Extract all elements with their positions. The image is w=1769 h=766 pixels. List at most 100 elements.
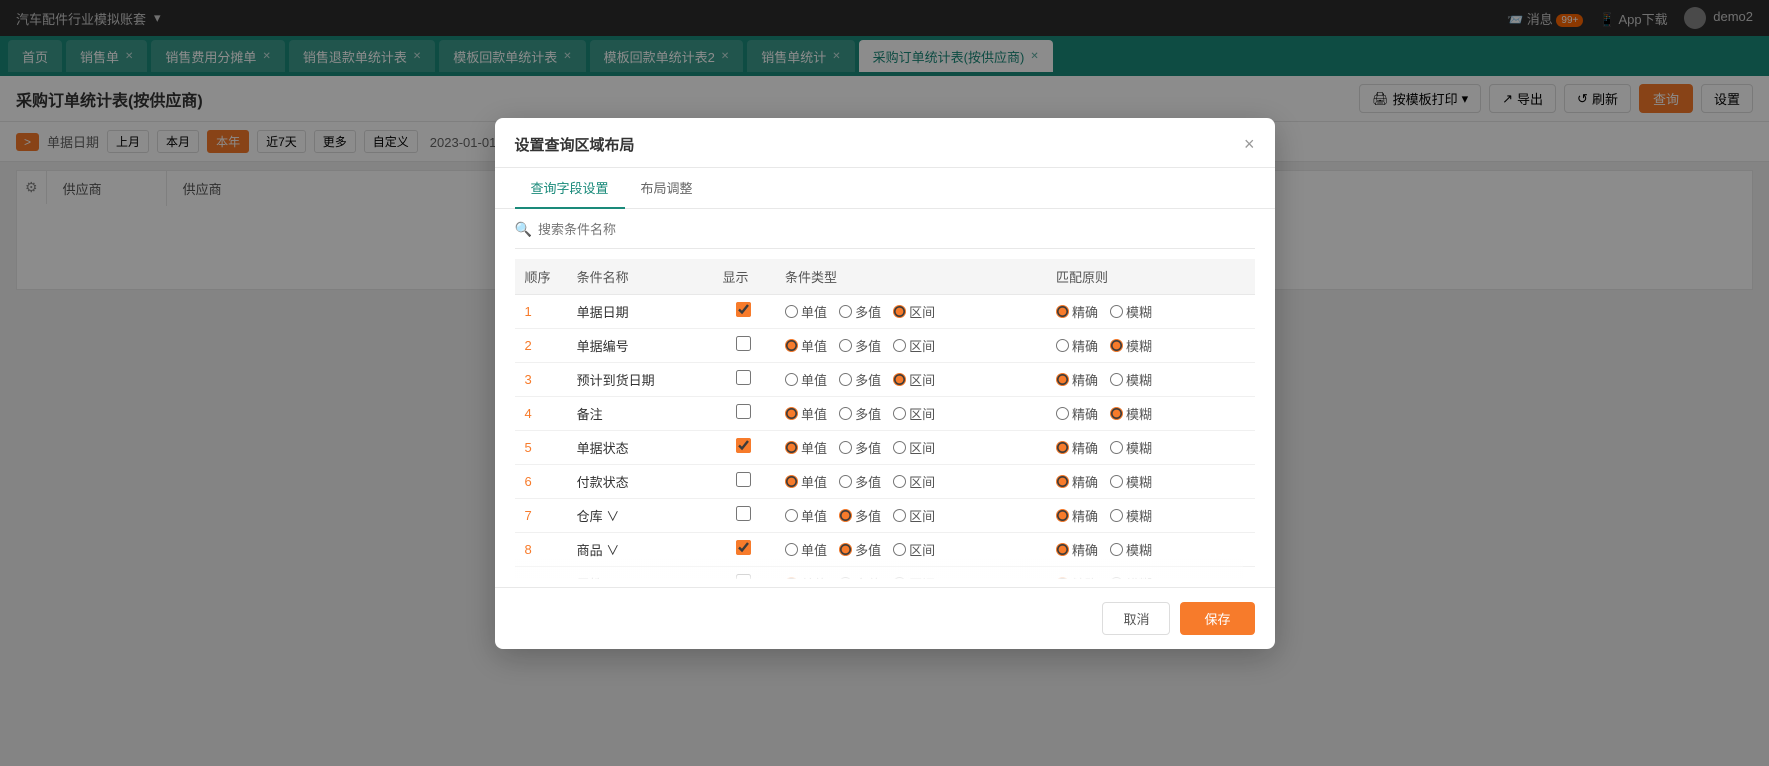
tab-layout-adjust[interactable]: 布局调整	[625, 168, 709, 209]
match-radio-exact-label[interactable]: 精确	[1056, 438, 1098, 457]
type-radio-multi-label[interactable]: 多值	[839, 404, 881, 423]
type-radio-multi[interactable]	[839, 577, 852, 579]
type-radio-multi-label[interactable]: 多值	[839, 540, 881, 559]
type-radio-single-label[interactable]: 单值	[785, 438, 827, 457]
show-checkbox[interactable]	[736, 574, 751, 579]
match-radio-exact[interactable]	[1056, 407, 1069, 420]
type-radio-multi[interactable]	[839, 373, 852, 386]
type-radio-multi[interactable]	[839, 543, 852, 556]
match-radio-exact[interactable]	[1056, 441, 1069, 454]
type-radio-multi-label[interactable]: 多值	[839, 438, 881, 457]
type-radio-single[interactable]	[785, 577, 798, 579]
match-radio-exact[interactable]	[1056, 339, 1069, 352]
type-radio-range[interactable]	[893, 475, 906, 488]
show-checkbox[interactable]	[736, 438, 751, 453]
type-radio-single-label[interactable]: 单值	[785, 370, 827, 389]
match-radio-fuzzy-label[interactable]: 模糊	[1110, 370, 1152, 389]
match-radio-fuzzy-label[interactable]: 模糊	[1110, 336, 1152, 355]
type-radio-single-label[interactable]: 单值	[785, 302, 827, 321]
match-radio-exact[interactable]	[1056, 543, 1069, 556]
match-radio-fuzzy[interactable]	[1110, 441, 1123, 454]
type-radio-multi-label[interactable]: 多值	[839, 506, 881, 525]
match-radio-exact[interactable]	[1056, 475, 1069, 488]
type-radio-range[interactable]	[893, 577, 906, 579]
match-radio-fuzzy-label[interactable]: 模糊	[1110, 574, 1152, 579]
type-radio-range-label[interactable]: 区间	[893, 472, 935, 491]
match-radio-fuzzy[interactable]	[1110, 407, 1123, 420]
search-input[interactable]	[538, 222, 738, 237]
match-radio-exact-label[interactable]: 精确	[1056, 302, 1098, 321]
type-radio-range-label[interactable]: 区间	[893, 302, 935, 321]
match-radio-fuzzy-label[interactable]: 模糊	[1110, 472, 1152, 491]
type-radio-multi[interactable]	[839, 441, 852, 454]
type-radio-range-label[interactable]: 区间	[893, 506, 935, 525]
type-radio-multi[interactable]	[839, 305, 852, 318]
type-radio-single-label[interactable]: 单值	[785, 506, 827, 525]
type-radio-range[interactable]	[893, 509, 906, 522]
show-checkbox[interactable]	[736, 506, 751, 521]
match-radio-fuzzy[interactable]	[1110, 509, 1123, 522]
type-radio-single-label[interactable]: 单值	[785, 472, 827, 491]
type-radio-single[interactable]	[785, 407, 798, 420]
show-checkbox[interactable]	[736, 302, 751, 317]
match-radio-exact-label[interactable]: 精确	[1056, 472, 1098, 491]
match-radio-fuzzy[interactable]	[1110, 577, 1123, 579]
match-radio-fuzzy-label[interactable]: 模糊	[1110, 404, 1152, 423]
match-radio-fuzzy[interactable]	[1110, 305, 1123, 318]
type-radio-range[interactable]	[893, 339, 906, 352]
type-radio-range-label[interactable]: 区间	[893, 404, 935, 423]
type-radio-single[interactable]	[785, 305, 798, 318]
type-radio-range-label[interactable]: 区间	[893, 370, 935, 389]
type-radio-single[interactable]	[785, 543, 798, 556]
type-radio-range[interactable]	[893, 441, 906, 454]
type-radio-single[interactable]	[785, 475, 798, 488]
type-radio-range-label[interactable]: 区间	[893, 574, 935, 579]
type-radio-multi[interactable]	[839, 339, 852, 352]
match-radio-exact[interactable]	[1056, 373, 1069, 386]
type-radio-range[interactable]	[893, 407, 906, 420]
match-radio-fuzzy-label[interactable]: 模糊	[1110, 302, 1152, 321]
match-radio-fuzzy[interactable]	[1110, 373, 1123, 386]
match-radio-fuzzy[interactable]	[1110, 543, 1123, 556]
match-radio-exact-label[interactable]: 精确	[1056, 404, 1098, 423]
type-radio-multi[interactable]	[839, 509, 852, 522]
match-radio-exact-label[interactable]: 精确	[1056, 336, 1098, 355]
show-checkbox[interactable]	[736, 370, 751, 385]
dialog-close-button[interactable]: ×	[1244, 135, 1255, 153]
tab-query-settings[interactable]: 查询字段设置	[515, 168, 625, 209]
match-radio-exact[interactable]	[1056, 305, 1069, 318]
type-radio-multi-label[interactable]: 多值	[839, 336, 881, 355]
match-radio-exact[interactable]	[1056, 509, 1069, 522]
type-radio-single-label[interactable]: 单值	[785, 404, 827, 423]
type-radio-single[interactable]	[785, 373, 798, 386]
type-radio-multi-label[interactable]: 多值	[839, 302, 881, 321]
cancel-button[interactable]: 取消	[1102, 602, 1170, 635]
save-button[interactable]: 保存	[1180, 602, 1254, 635]
type-radio-range[interactable]	[893, 373, 906, 386]
type-radio-range-label[interactable]: 区间	[893, 336, 935, 355]
show-checkbox[interactable]	[736, 472, 751, 487]
type-radio-multi-label[interactable]: 多值	[839, 472, 881, 491]
type-radio-multi-label[interactable]: 多值	[839, 574, 881, 579]
type-radio-range-label[interactable]: 区间	[893, 540, 935, 559]
match-radio-fuzzy[interactable]	[1110, 339, 1123, 352]
type-radio-single-label[interactable]: 单值	[785, 574, 827, 579]
match-radio-fuzzy-label[interactable]: 模糊	[1110, 438, 1152, 457]
match-radio-fuzzy-label[interactable]: 模糊	[1110, 506, 1152, 525]
show-checkbox[interactable]	[736, 540, 751, 555]
match-radio-exact-label[interactable]: 精确	[1056, 574, 1098, 579]
match-radio-exact-label[interactable]: 精确	[1056, 540, 1098, 559]
type-radio-single[interactable]	[785, 441, 798, 454]
match-radio-exact-label[interactable]: 精确	[1056, 370, 1098, 389]
type-radio-multi[interactable]	[839, 475, 852, 488]
match-radio-fuzzy[interactable]	[1110, 475, 1123, 488]
show-checkbox[interactable]	[736, 336, 751, 351]
type-radio-range[interactable]	[893, 305, 906, 318]
type-radio-multi[interactable]	[839, 407, 852, 420]
match-radio-fuzzy-label[interactable]: 模糊	[1110, 540, 1152, 559]
type-radio-range[interactable]	[893, 543, 906, 556]
type-radio-single[interactable]	[785, 339, 798, 352]
match-radio-exact[interactable]	[1056, 577, 1069, 579]
type-radio-range-label[interactable]: 区间	[893, 438, 935, 457]
match-radio-exact-label[interactable]: 精确	[1056, 506, 1098, 525]
